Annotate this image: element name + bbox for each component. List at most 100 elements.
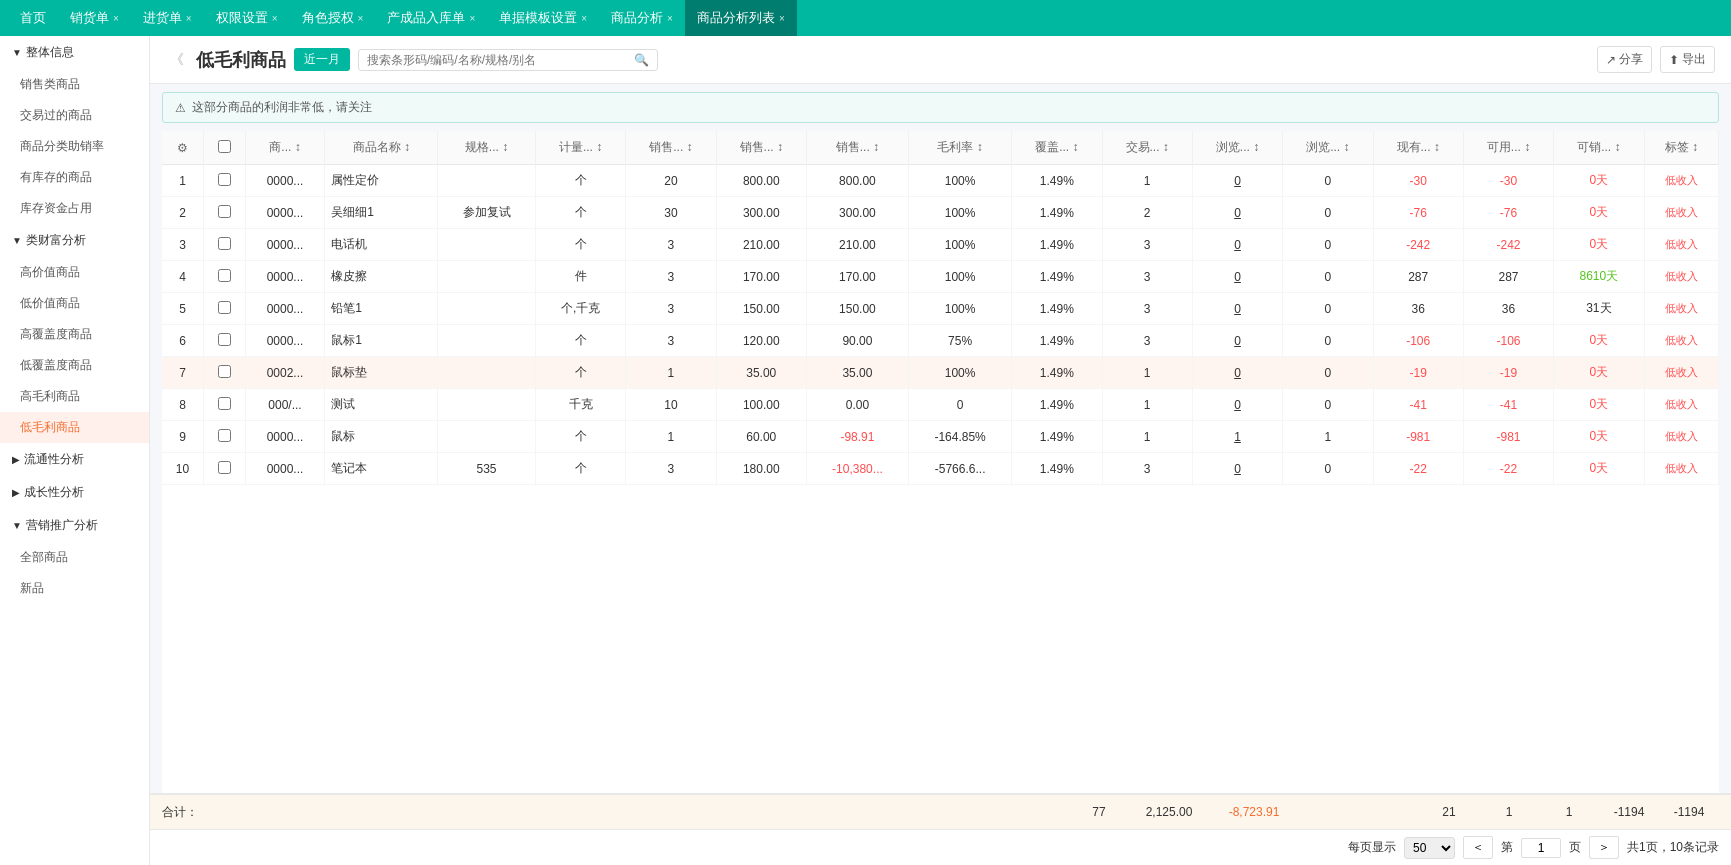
row-browse1[interactable]: 0 bbox=[1192, 197, 1282, 229]
sidebar-item-low-margin[interactable]: 低毛利商品 bbox=[0, 412, 149, 443]
share-button[interactable]: ↗ 分享 bbox=[1597, 46, 1652, 73]
sidebar-item-traded-products[interactable]: 交易过的商品 bbox=[0, 100, 149, 131]
nav-template[interactable]: 单据模板设置 × bbox=[487, 0, 599, 36]
col-available[interactable]: 可用... ↕ bbox=[1463, 131, 1553, 165]
col-browse1[interactable]: 浏览... ↕ bbox=[1192, 131, 1282, 165]
browse1-link[interactable]: 1 bbox=[1234, 430, 1241, 444]
sidebar-item-low-coverage[interactable]: 低覆盖度商品 bbox=[0, 350, 149, 381]
row-checkbox[interactable] bbox=[218, 333, 231, 346]
row-checkbox[interactable] bbox=[218, 205, 231, 218]
page-size-select[interactable]: 50 20 100 bbox=[1404, 837, 1455, 859]
row-checkbox-cell[interactable] bbox=[203, 165, 245, 197]
col-name[interactable]: 商品名称 ↕ bbox=[325, 131, 438, 165]
col-trade[interactable]: 交易... ↕ bbox=[1102, 131, 1192, 165]
sidebar-section-circulation[interactable]: ▶ 流通性分析 bbox=[0, 443, 149, 476]
row-checkbox-cell[interactable] bbox=[203, 421, 245, 453]
sidebar-section-growth[interactable]: ▶ 成长性分析 bbox=[0, 476, 149, 509]
row-browse1[interactable]: 0 bbox=[1192, 325, 1282, 357]
col-unit[interactable]: 计量... ↕ bbox=[535, 131, 625, 165]
col-code[interactable]: 商... ↕ bbox=[245, 131, 325, 165]
col-spec[interactable]: 规格... ↕ bbox=[438, 131, 536, 165]
nav-home[interactable]: 首页 bbox=[8, 0, 58, 36]
row-checkbox-cell[interactable] bbox=[203, 293, 245, 325]
sidebar-item-high-coverage[interactable]: 高覆盖度商品 bbox=[0, 319, 149, 350]
browse1-link[interactable]: 0 bbox=[1234, 174, 1241, 188]
browse1-link[interactable]: 0 bbox=[1234, 238, 1241, 252]
col-saleable[interactable]: 可销... ↕ bbox=[1554, 131, 1644, 165]
row-checkbox-cell[interactable] bbox=[203, 453, 245, 485]
col-qty[interactable]: 销售... ↕ bbox=[626, 131, 716, 165]
row-browse1[interactable]: 0 bbox=[1192, 389, 1282, 421]
col-settings[interactable]: ⚙ bbox=[162, 131, 203, 165]
sidebar-item-category-rate[interactable]: 商品分类助销率 bbox=[0, 131, 149, 162]
browse1-link[interactable]: 0 bbox=[1234, 334, 1241, 348]
nav-sales-close[interactable]: × bbox=[113, 13, 119, 24]
nav-role-close[interactable]: × bbox=[358, 13, 364, 24]
row-browse1[interactable]: 0 bbox=[1192, 229, 1282, 261]
row-browse1[interactable]: 1 bbox=[1192, 421, 1282, 453]
row-checkbox-cell[interactable] bbox=[203, 229, 245, 261]
select-all-checkbox[interactable] bbox=[218, 140, 231, 153]
export-button[interactable]: ⬆ 导出 bbox=[1660, 46, 1715, 73]
nav-permissions[interactable]: 权限设置 × bbox=[204, 0, 290, 36]
row-browse1[interactable]: 0 bbox=[1192, 293, 1282, 325]
col-price[interactable]: 销售... ↕ bbox=[716, 131, 806, 165]
row-checkbox[interactable] bbox=[218, 365, 231, 378]
sidebar-section-wealth[interactable]: ▼ 类财富分析 bbox=[0, 224, 149, 257]
sidebar-item-low-value[interactable]: 低价值商品 bbox=[0, 288, 149, 319]
search-icon[interactable]: 🔍 bbox=[634, 53, 649, 67]
nav-analysis-close[interactable]: × bbox=[667, 13, 673, 24]
prev-page-button[interactable]: ＜ bbox=[1463, 836, 1493, 859]
sidebar-collapse-button[interactable]: 《 bbox=[166, 47, 188, 73]
row-checkbox-cell[interactable] bbox=[203, 261, 245, 293]
row-checkbox[interactable] bbox=[218, 397, 231, 410]
sidebar-item-high-value[interactable]: 高价值商品 bbox=[0, 257, 149, 288]
browse1-link[interactable]: 0 bbox=[1234, 462, 1241, 476]
sidebar-item-new-products[interactable]: 新品 bbox=[0, 573, 149, 604]
sidebar-item-sales-products[interactable]: 销售类商品 bbox=[0, 69, 149, 100]
nav-template-close[interactable]: × bbox=[581, 13, 587, 24]
browse1-link[interactable]: 0 bbox=[1234, 398, 1241, 412]
nav-role-auth[interactable]: 角色授权 × bbox=[290, 0, 376, 36]
row-browse1[interactable]: 0 bbox=[1192, 357, 1282, 389]
browse1-link[interactable]: 0 bbox=[1234, 366, 1241, 380]
sidebar-item-stock-capital[interactable]: 库存资金占用 bbox=[0, 193, 149, 224]
col-tag[interactable]: 标签 ↕ bbox=[1644, 131, 1718, 165]
page-number-input[interactable] bbox=[1521, 838, 1561, 858]
row-checkbox[interactable] bbox=[218, 269, 231, 282]
nav-product-close[interactable]: × bbox=[469, 13, 475, 24]
row-browse1[interactable]: 0 bbox=[1192, 165, 1282, 197]
row-checkbox-cell[interactable] bbox=[203, 325, 245, 357]
sidebar-section-marketing[interactable]: ▼ 营销推广分析 bbox=[0, 509, 149, 542]
row-checkbox[interactable] bbox=[218, 173, 231, 186]
row-browse1[interactable]: 0 bbox=[1192, 453, 1282, 485]
col-stock[interactable]: 现有... ↕ bbox=[1373, 131, 1463, 165]
row-checkbox[interactable] bbox=[218, 429, 231, 442]
sidebar-item-in-stock[interactable]: 有库存的商品 bbox=[0, 162, 149, 193]
row-checkbox[interactable] bbox=[218, 461, 231, 474]
col-sales[interactable]: 销售... ↕ bbox=[806, 131, 908, 165]
row-checkbox-cell[interactable] bbox=[203, 197, 245, 229]
row-checkbox[interactable] bbox=[218, 301, 231, 314]
sidebar-item-all-products[interactable]: 全部商品 bbox=[0, 542, 149, 573]
next-page-button[interactable]: ＞ bbox=[1589, 836, 1619, 859]
search-input[interactable] bbox=[367, 53, 634, 67]
browse1-link[interactable]: 0 bbox=[1234, 270, 1241, 284]
nav-sales[interactable]: 销货单 × bbox=[58, 0, 131, 36]
filter-date-button[interactable]: 近一月 bbox=[294, 48, 350, 71]
nav-analysis-list-close[interactable]: × bbox=[779, 13, 785, 24]
sidebar-item-high-margin[interactable]: 高毛利商品 bbox=[0, 381, 149, 412]
nav-purchase[interactable]: 进货单 × bbox=[131, 0, 204, 36]
nav-permissions-close[interactable]: × bbox=[272, 13, 278, 24]
row-browse1[interactable]: 0 bbox=[1192, 261, 1282, 293]
row-checkbox-cell[interactable] bbox=[203, 357, 245, 389]
row-checkbox[interactable] bbox=[218, 237, 231, 250]
nav-purchase-close[interactable]: × bbox=[186, 13, 192, 24]
nav-product-entry[interactable]: 产成品入库单 × bbox=[375, 0, 487, 36]
col-checkbox[interactable] bbox=[203, 131, 245, 165]
browse1-link[interactable]: 0 bbox=[1234, 302, 1241, 316]
col-gross[interactable]: 毛利率 ↕ bbox=[909, 131, 1012, 165]
nav-product-analysis[interactable]: 商品分析 × bbox=[599, 0, 685, 36]
col-browse2[interactable]: 浏览... ↕ bbox=[1283, 131, 1373, 165]
col-coverage[interactable]: 覆盖... ↕ bbox=[1012, 131, 1102, 165]
